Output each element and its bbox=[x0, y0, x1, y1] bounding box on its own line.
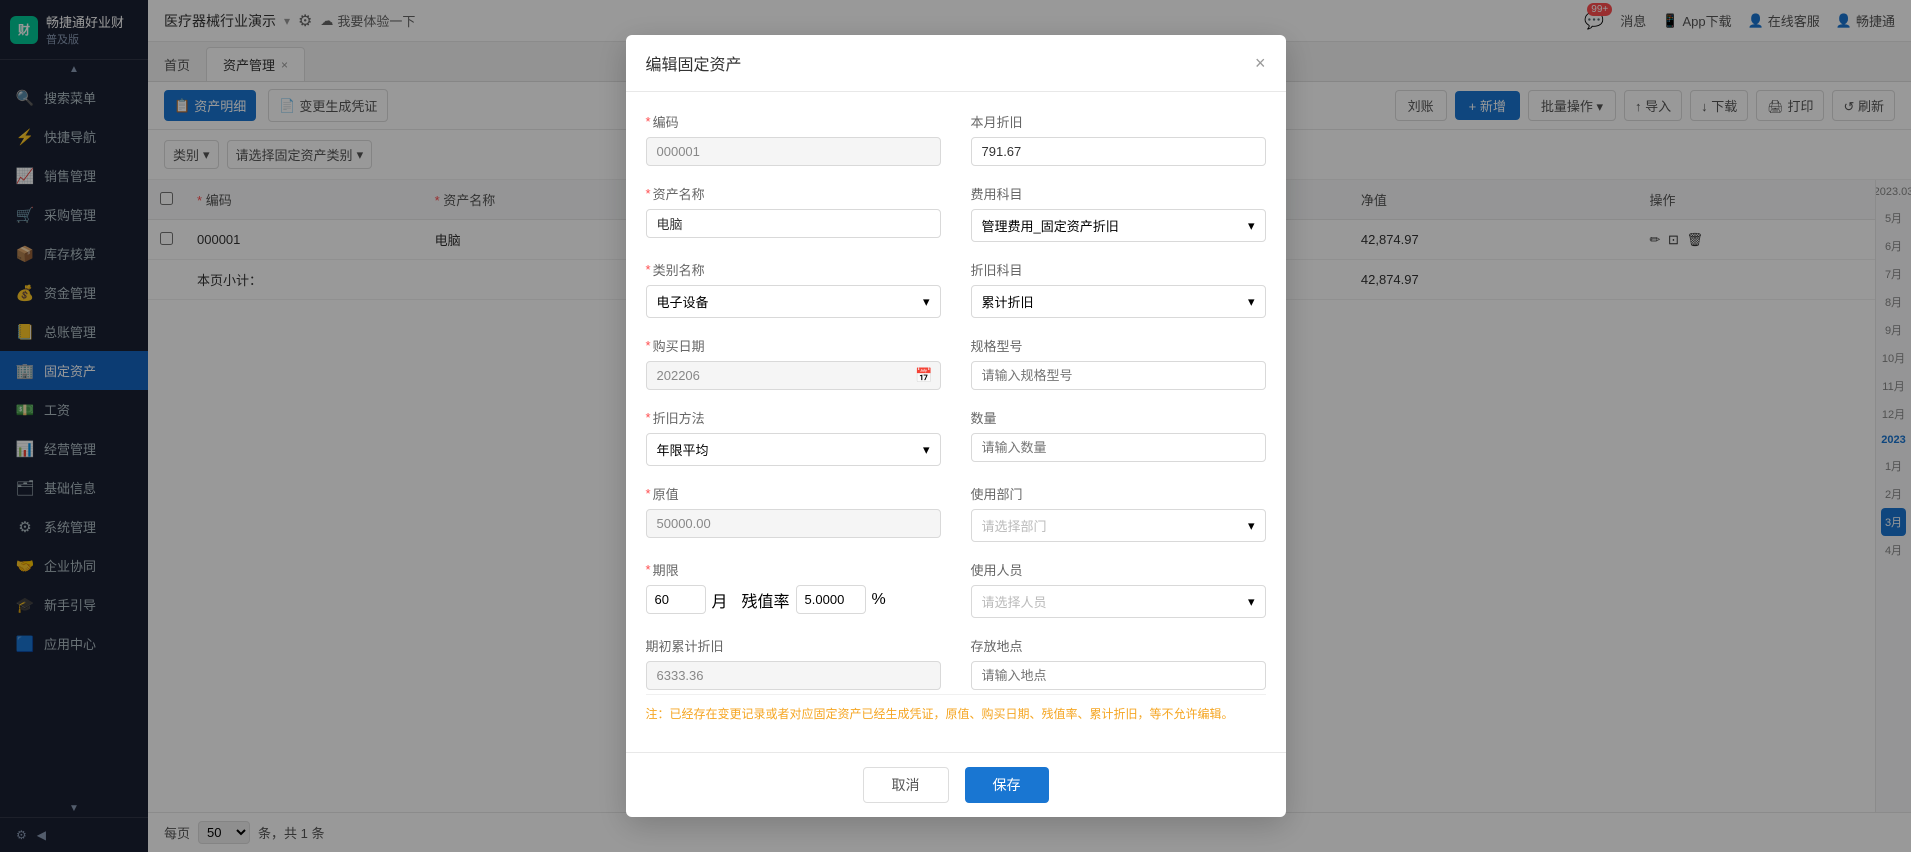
category-chevron: ▾ bbox=[923, 294, 930, 310]
cancel-button[interactable]: 取消 bbox=[863, 767, 949, 803]
residual-rate-unit: % bbox=[872, 591, 886, 609]
staff-chevron: ▾ bbox=[1248, 594, 1255, 610]
department-select[interactable]: 请选择部门 ▾ bbox=[971, 509, 1266, 542]
spec-model-input[interactable] bbox=[971, 361, 1266, 390]
field-purchase-date: * 购买日期 📅 bbox=[646, 336, 941, 390]
category-value: 电子设备 bbox=[657, 292, 709, 311]
original-value-input[interactable] bbox=[646, 509, 941, 538]
dep-method-value: 年限平均 bbox=[657, 440, 709, 459]
category-label: * 类别名称 bbox=[646, 260, 941, 279]
field-asset-name: * 资产名称 bbox=[646, 184, 941, 242]
purchase-date-label: * 购买日期 bbox=[646, 336, 941, 355]
expense-subject-label: 费用科目 bbox=[971, 184, 1266, 203]
code-label: * 编码 bbox=[646, 112, 941, 131]
field-storage: 存放地点 bbox=[971, 636, 1266, 690]
department-placeholder: 请选择部门 bbox=[982, 516, 1047, 535]
storage-label: 存放地点 bbox=[971, 636, 1266, 655]
field-category: * 类别名称 电子设备 ▾ bbox=[646, 260, 941, 318]
modal-note: 注：已经存在变更记录或者对应固定资产已经生成凭证，原值、购买日期、残值率、累计折… bbox=[646, 694, 1266, 732]
field-expense-subject: 费用科目 管理费用_固定资产折旧 ▾ bbox=[971, 184, 1266, 242]
modal-close-button[interactable]: × bbox=[1255, 54, 1266, 72]
field-dep-method: * 折旧方法 年限平均 ▾ bbox=[646, 408, 941, 466]
modal-body: * 编码 本月折旧 * 资产名称 bbox=[626, 92, 1286, 752]
expense-subject-value: 管理费用_固定资产折旧 bbox=[982, 216, 1119, 235]
modal-footer: 取消 保存 bbox=[626, 752, 1286, 817]
field-original-value: * 原值 bbox=[646, 484, 941, 542]
initial-dep-label: 期初累计折旧 bbox=[646, 636, 941, 655]
expense-subject-chevron: ▾ bbox=[1248, 218, 1255, 234]
purchase-date-wrap: 📅 bbox=[646, 361, 941, 390]
purchase-date-input[interactable] bbox=[646, 361, 941, 390]
modal-title: 编辑固定资产 bbox=[646, 51, 742, 75]
dep-subject-chevron: ▾ bbox=[1248, 294, 1255, 310]
category-select[interactable]: 电子设备 ▾ bbox=[646, 285, 941, 318]
dep-method-select[interactable]: 年限平均 ▾ bbox=[646, 433, 941, 466]
initial-dep-input[interactable] bbox=[646, 661, 941, 690]
dep-subject-value: 累计折旧 bbox=[982, 292, 1034, 311]
field-dep-subject: 折旧科目 累计折旧 ▾ bbox=[971, 260, 1266, 318]
quantity-input[interactable] bbox=[971, 433, 1266, 462]
modal-overlay: 编辑固定资产 × * 编码 本月折旧 bbox=[0, 0, 1911, 852]
calendar-icon[interactable]: 📅 bbox=[915, 367, 932, 384]
field-code: * 编码 bbox=[646, 112, 941, 166]
dep-subject-label: 折旧科目 bbox=[971, 260, 1266, 279]
field-this-month-dep: 本月折旧 bbox=[971, 112, 1266, 166]
asset-name-label: * 资产名称 bbox=[646, 184, 941, 203]
dep-method-chevron: ▾ bbox=[923, 442, 930, 458]
residual-rate-input[interactable] bbox=[796, 585, 866, 614]
period-row: 月 残值率 % bbox=[646, 585, 941, 614]
field-period: * 期限 月 残值率 % bbox=[646, 560, 941, 618]
staff-placeholder: 请选择人员 bbox=[982, 592, 1047, 611]
dep-method-label: * 折旧方法 bbox=[646, 408, 941, 427]
staff-select[interactable]: 请选择人员 ▾ bbox=[971, 585, 1266, 618]
save-button[interactable]: 保存 bbox=[965, 767, 1049, 803]
department-chevron: ▾ bbox=[1248, 518, 1255, 534]
period-input[interactable] bbox=[646, 585, 706, 614]
field-staff: 使用人员 请选择人员 ▾ bbox=[971, 560, 1266, 618]
field-department: 使用部门 请选择部门 ▾ bbox=[971, 484, 1266, 542]
code-input[interactable] bbox=[646, 137, 941, 166]
field-initial-dep: 期初累计折旧 bbox=[646, 636, 941, 690]
department-label: 使用部门 bbox=[971, 484, 1266, 503]
edit-asset-modal: 编辑固定资产 × * 编码 本月折旧 bbox=[626, 35, 1286, 817]
staff-label: 使用人员 bbox=[971, 560, 1266, 579]
this-month-dep-input[interactable] bbox=[971, 137, 1266, 166]
field-quantity: 数量 bbox=[971, 408, 1266, 466]
residual-rate-label: 残值率 bbox=[742, 588, 790, 612]
field-spec-model: 规格型号 bbox=[971, 336, 1266, 390]
spec-model-label: 规格型号 bbox=[971, 336, 1266, 355]
modal-form: * 编码 本月折旧 * 资产名称 bbox=[646, 112, 1266, 690]
modal-header: 编辑固定资产 × bbox=[626, 35, 1286, 92]
expense-subject-select[interactable]: 管理费用_固定资产折旧 ▾ bbox=[971, 209, 1266, 242]
asset-name-input[interactable] bbox=[646, 209, 941, 238]
storage-input[interactable] bbox=[971, 661, 1266, 690]
period-label: * 期限 bbox=[646, 560, 941, 579]
dep-subject-select[interactable]: 累计折旧 ▾ bbox=[971, 285, 1266, 318]
period-unit: 月 bbox=[712, 588, 728, 612]
this-month-dep-label: 本月折旧 bbox=[971, 112, 1266, 131]
original-value-label: * 原值 bbox=[646, 484, 941, 503]
quantity-label: 数量 bbox=[971, 408, 1266, 427]
